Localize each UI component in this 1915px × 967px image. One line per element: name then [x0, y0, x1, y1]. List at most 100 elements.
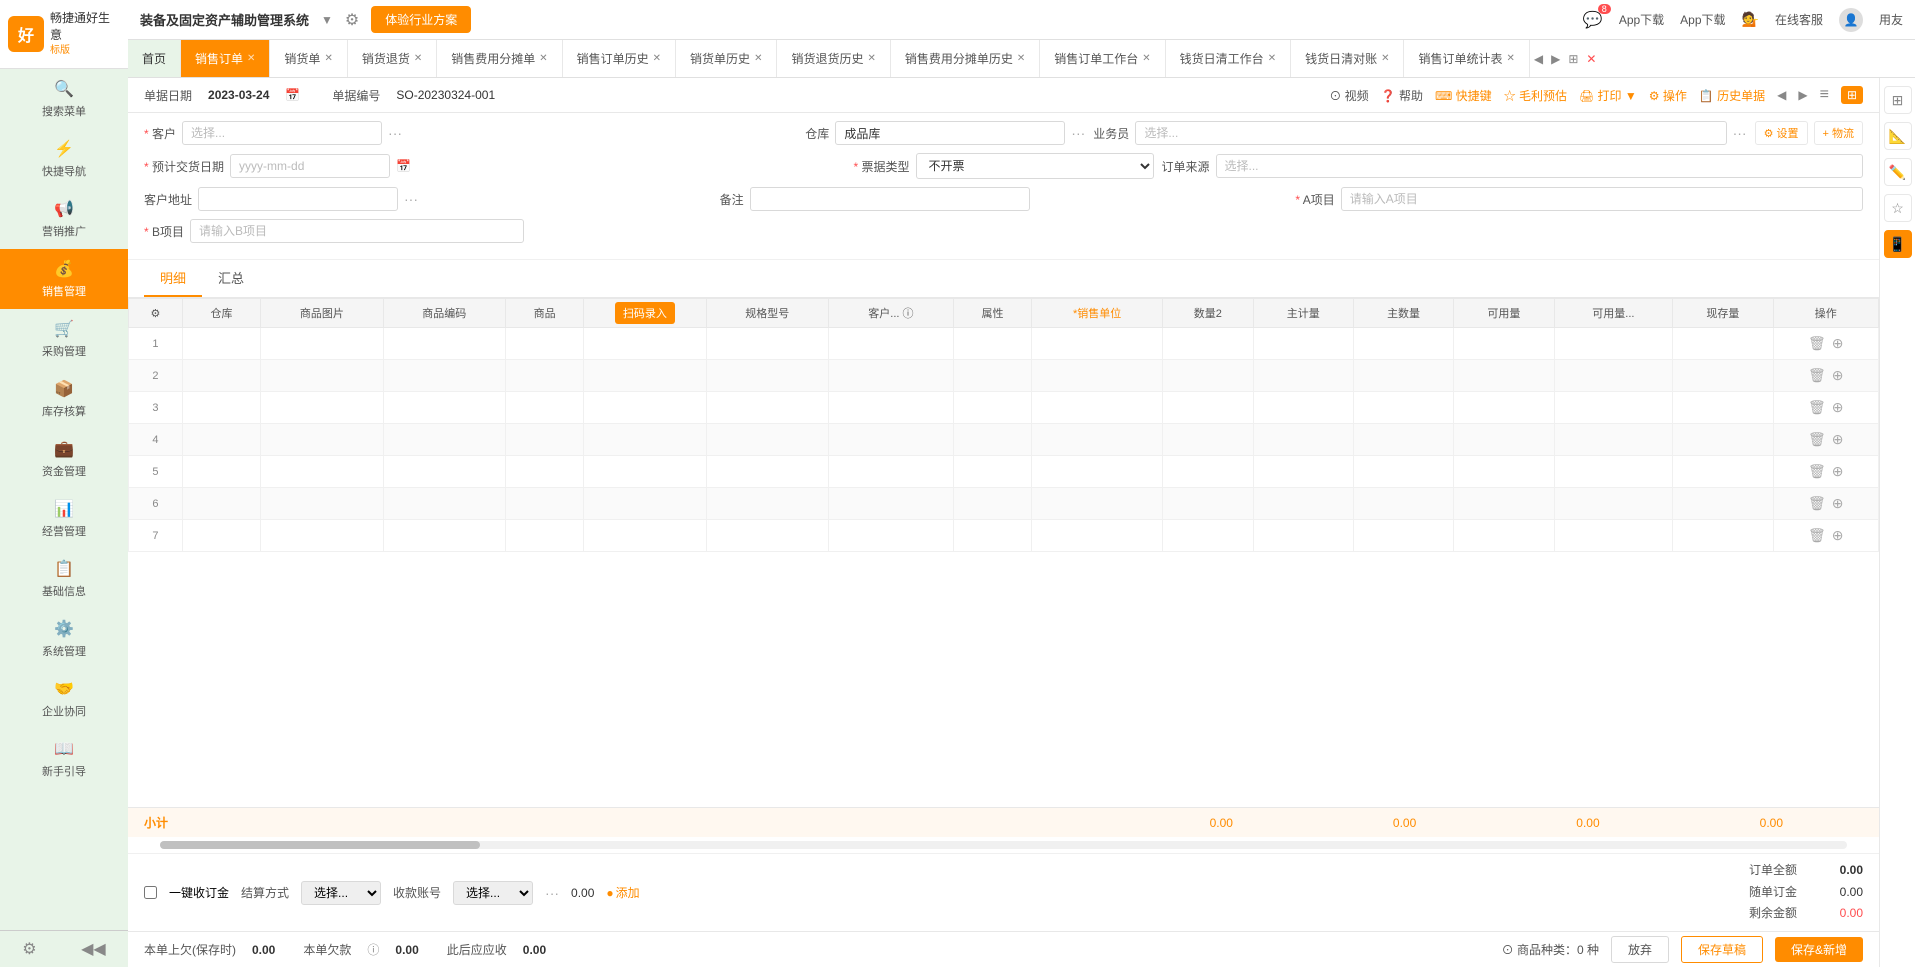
col-available2[interactable]: 可用量... [1554, 299, 1673, 328]
app-download-link[interactable]: App下载 [1619, 11, 1664, 28]
tab-expense-close[interactable]: ✕ [539, 53, 547, 64]
account-more-btn[interactable]: ··· [545, 885, 559, 901]
address-input[interactable] [198, 187, 398, 211]
tab-order-history[interactable]: 销售订单历史 ✕ [563, 40, 676, 77]
col-qty2[interactable]: 数量2 [1163, 299, 1254, 328]
sidebar-item-marketing[interactable]: 📢 营销推广 [0, 189, 128, 249]
payment-method-select[interactable]: 选择... [301, 881, 381, 905]
a-project-input[interactable] [1341, 187, 1863, 211]
settings-btn[interactable]: ⚙ 设置 [1755, 121, 1808, 145]
col-scan[interactable]: 扫码录入 [584, 299, 706, 328]
row-7-delete[interactable]: 🗑 [1808, 527, 1826, 544]
curr-debt-info[interactable]: ⓘ [367, 941, 379, 958]
tab-nav-next[interactable]: ▶ [1547, 52, 1564, 66]
col-warehouse[interactable]: 仓库 [182, 299, 260, 328]
row-1-customer[interactable] [828, 328, 953, 360]
col-spec[interactable]: 规格型号 [706, 299, 828, 328]
col-product[interactable]: 商品 [505, 299, 583, 328]
address-more-btn[interactable]: ··· [404, 191, 418, 207]
sidebar-item-finance[interactable]: 💼 资金管理 [0, 429, 128, 489]
tab-reconcile[interactable]: 钱货日清对账 ✕ [1291, 40, 1404, 77]
calendar-icon[interactable]: 📅 [285, 88, 300, 102]
app-download-text[interactable]: App下载 [1680, 11, 1725, 28]
row-1-scan[interactable] [584, 328, 706, 360]
salesperson-input[interactable] [1135, 121, 1726, 145]
col-main-unit[interactable]: 主计量 [1253, 299, 1353, 328]
sidebar-item-inventory[interactable]: 📦 库存核算 [0, 369, 128, 429]
view-video-btn[interactable]: ⊙ 视频 [1329, 87, 1368, 104]
col-settings[interactable]: ⚙ [129, 299, 183, 328]
tab-bill-history[interactable]: 销货单历史 ✕ [676, 40, 777, 77]
right-icon-star[interactable]: ☆ [1884, 194, 1912, 222]
row-1-main-unit[interactable] [1253, 328, 1353, 360]
row-6-copy[interactable]: ⊕ [1832, 495, 1844, 512]
discard-button[interactable]: 放弃 [1611, 936, 1669, 963]
save-draft-button[interactable]: 保存草稿 [1681, 936, 1763, 963]
b-project-input[interactable] [190, 219, 524, 243]
history-btn[interactable]: 📋 历史单据 [1699, 87, 1765, 104]
tab-bill-history-close[interactable]: ✕ [754, 53, 762, 64]
topbar-dropdown-arrow[interactable]: ▼ [321, 13, 333, 27]
row-4-copy[interactable]: ⊕ [1832, 431, 1844, 448]
tab-sales-bill[interactable]: 销货单 ✕ [270, 40, 347, 77]
tab-sales-bill-close[interactable]: ✕ [324, 53, 332, 64]
col-main-qty[interactable]: 主数量 [1353, 299, 1453, 328]
help-btn[interactable]: ❓ 帮助 [1381, 87, 1423, 104]
save-new-button[interactable]: 保存&新增 [1775, 937, 1863, 962]
delivery-date-input[interactable] [230, 154, 390, 178]
col-image[interactable]: 商品图片 [261, 299, 383, 328]
row-1-avail2[interactable] [1554, 328, 1673, 360]
tab-sales-order-close[interactable]: ✕ [247, 53, 255, 64]
tab-nav-prev[interactable]: ◀ [1530, 52, 1547, 66]
tab-workbench[interactable]: 销售订单工作台 ✕ [1040, 40, 1165, 77]
col-stock[interactable]: 现存量 [1673, 299, 1773, 328]
sidebar-item-enterprise[interactable]: 🤝 企业协同 [0, 669, 128, 729]
row-1-warehouse[interactable] [182, 328, 260, 360]
collapse-icon[interactable]: ◀◀ [81, 939, 106, 959]
list-view-btn[interactable]: ≡ [1820, 86, 1829, 104]
row-3-copy[interactable]: ⊕ [1832, 399, 1844, 416]
row-1-spec[interactable] [706, 328, 828, 360]
row-1-stock[interactable] [1673, 328, 1773, 360]
delivery-calendar-icon[interactable]: 📅 [396, 159, 411, 173]
row-1-unit[interactable] [1032, 328, 1163, 360]
table-scrollbar[interactable] [128, 837, 1879, 853]
row-1-copy[interactable]: ⊕ [1832, 335, 1844, 352]
add-material-btn[interactable]: + 物流 [1814, 121, 1863, 145]
profit-btn[interactable]: ☆ 毛利预估 [1504, 87, 1567, 104]
order-source-input[interactable] [1216, 154, 1863, 178]
next-record-btn[interactable]: ▶ [1798, 88, 1807, 102]
operations-btn[interactable]: ⚙ 操作 [1649, 87, 1687, 104]
salesperson-more-btn[interactable]: ··· [1733, 125, 1747, 141]
sidebar-item-quick[interactable]: ⚡ 快捷导航 [0, 129, 128, 189]
tab-daily-clear[interactable]: 钱货日清工作台 ✕ [1166, 40, 1291, 77]
message-icon[interactable]: 💬 8 [1583, 10, 1603, 30]
sidebar-item-basic[interactable]: 📋 基础信息 [0, 549, 128, 609]
row-1-image[interactable] [261, 328, 383, 360]
sidebar-item-system[interactable]: ⚙️ 系统管理 [0, 609, 128, 669]
tab-order-history-close[interactable]: ✕ [653, 53, 661, 64]
tab-return-history-close[interactable]: ✕ [867, 53, 875, 64]
sidebar-item-sales[interactable]: 💰 销售管理 [0, 249, 128, 309]
row-1-delete[interactable]: 🗑 [1808, 335, 1826, 352]
tab-sales-order[interactable]: 销售订单 ✕ [181, 40, 270, 77]
add-payment-btn[interactable]: ● 添加 [606, 884, 639, 901]
row-1-main-qty[interactable] [1353, 328, 1453, 360]
form-expand-btn[interactable]: ⊞ [1841, 86, 1863, 104]
row-1-attr[interactable] [953, 328, 1031, 360]
right-icon-phone[interactable]: 📱 [1884, 230, 1912, 258]
row-4-delete[interactable]: 🗑 [1808, 431, 1826, 448]
tab-stats-close[interactable]: ✕ [1507, 53, 1515, 64]
tab-daily-clear-close[interactable]: ✕ [1268, 53, 1276, 64]
col-unit[interactable]: *销售单位 [1032, 299, 1163, 328]
online-service-text[interactable]: 在线客服 [1775, 11, 1823, 28]
row-1-avail[interactable] [1454, 328, 1554, 360]
row-7-copy[interactable]: ⊕ [1832, 527, 1844, 544]
customer-input[interactable] [182, 121, 382, 145]
tab-menu[interactable]: ⊞ [1564, 52, 1582, 66]
customer-more-btn[interactable]: ··· [388, 125, 402, 141]
row-2-delete[interactable]: 🗑 [1808, 367, 1826, 384]
online-service-icon[interactable]: 💁 [1742, 11, 1759, 28]
row-1-product[interactable] [505, 328, 583, 360]
sidebar-item-search[interactable]: 🔍 搜索菜单 [0, 69, 128, 129]
